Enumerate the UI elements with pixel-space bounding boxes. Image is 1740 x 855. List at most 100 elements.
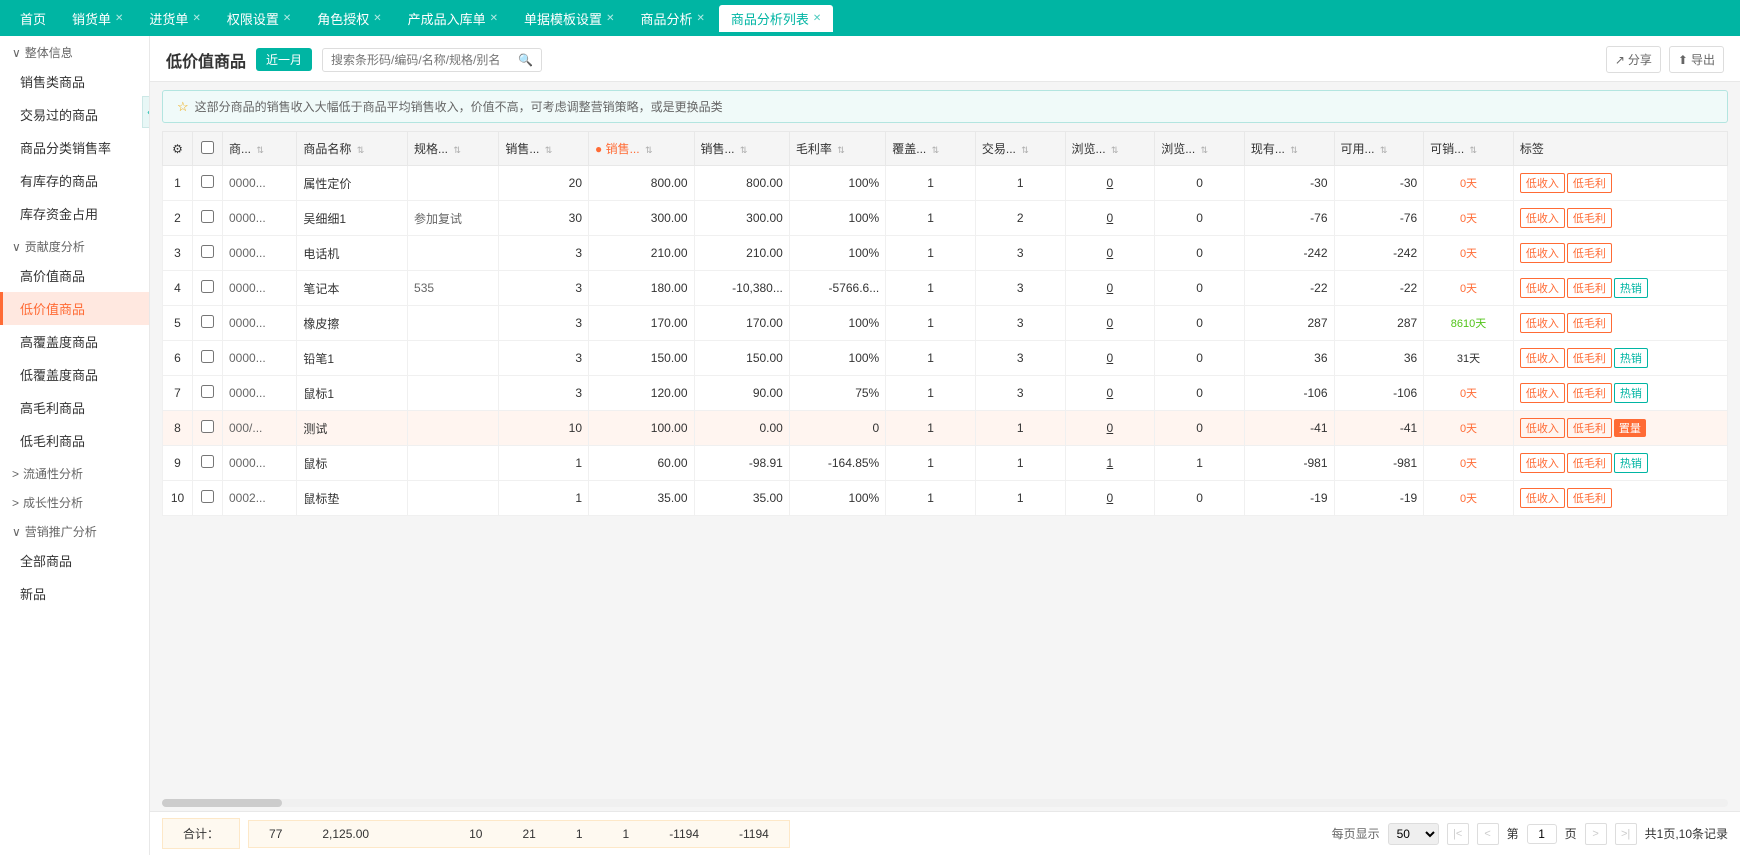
current-page-input[interactable] [1527,824,1557,844]
row-checkbox-cell[interactable] [193,376,223,411]
row-checkbox-cell[interactable] [193,271,223,306]
last-page-btn[interactable]: >| [1615,823,1637,845]
col-available[interactable]: 可用... ⇅ [1334,132,1424,166]
browse-link[interactable]: 1 [1107,456,1114,470]
row-checkbox-cell[interactable] [193,236,223,271]
sidebar-item-high-margin[interactable]: 高毛利商品 [0,391,149,424]
nav-template-settings[interactable]: 单据模板设置 ✕ [512,5,626,32]
search-icon[interactable]: 🔍 [518,53,533,67]
table-row[interactable]: 8 000/... 测试 10 100.00 0.00 0 1 1 0 0 -4… [163,411,1728,446]
sidebar-item-high-coverage[interactable]: 高覆盖度商品 [0,325,149,358]
close-icon[interactable]: ✕ [696,13,704,24]
col-margin[interactable]: 毛利率 ⇅ [789,132,885,166]
col-sales2[interactable]: ● 销售... ⇅ [589,132,694,166]
col-current-stock[interactable]: 现有... ⇅ [1244,132,1334,166]
row-checkbox-cell[interactable] [193,166,223,201]
browse-link[interactable]: 0 [1107,316,1114,330]
col-view2[interactable]: 浏览... ⇅ [1155,132,1245,166]
nav-role-auth[interactable]: 角色授权 ✕ [305,5,393,32]
table-row[interactable]: 6 0000... 铅笔1 3 150.00 150.00 100% 1 3 0… [163,341,1728,376]
search-input[interactable] [331,53,514,67]
close-icon[interactable]: ✕ [283,13,291,24]
sidebar-section-overall[interactable]: ∨ 整体信息 [0,36,149,65]
col-code[interactable]: 商... ⇅ [223,132,297,166]
browse-link[interactable]: 0 [1107,491,1114,505]
row-col7[interactable]: 0 [1065,376,1155,411]
row-col7[interactable]: 1 [1065,446,1155,481]
row-checkbox[interactable] [201,490,214,503]
select-all-checkbox[interactable] [201,141,214,154]
nav-goods-analysis-list[interactable]: 商品分析列表 ✕ [719,5,833,32]
prev-page-btn[interactable]: < [1477,823,1499,845]
col-sales1[interactable]: 销售... ⇅ [499,132,589,166]
sidebar-item-sales-goods[interactable]: 销售类商品 [0,65,149,98]
row-col7[interactable]: 0 [1065,341,1155,376]
browse-link[interactable]: 0 [1107,281,1114,295]
row-checkbox[interactable] [201,175,214,188]
row-col7[interactable]: 0 [1065,201,1155,236]
close-icon[interactable]: ✕ [606,13,614,24]
nav-product-storage[interactable]: 产成品入库单 ✕ [396,5,510,32]
nav-permission[interactable]: 权限设置 ✕ [215,5,303,32]
row-checkbox-cell[interactable] [193,201,223,236]
table-row[interactable]: 2 0000... 吴细细1 参加复试 30 300.00 300.00 100… [163,201,1728,236]
row-checkbox[interactable] [201,245,214,258]
col-spec[interactable]: 规格... ⇅ [408,132,499,166]
nav-sales-order[interactable]: 销货单 ✕ [60,5,135,32]
sidebar-item-stock-goods[interactable]: 有库存的商品 [0,164,149,197]
row-checkbox-cell[interactable] [193,306,223,341]
sidebar-section-contribution[interactable]: ∨ 贡献度分析 [0,230,149,259]
row-col7[interactable]: 0 [1065,271,1155,306]
first-page-btn[interactable]: |< [1447,823,1469,845]
row-checkbox[interactable] [201,210,214,223]
row-checkbox[interactable] [201,350,214,363]
table-row[interactable]: 5 0000... 橡皮擦 3 170.00 170.00 100% 1 3 0… [163,306,1728,341]
row-col7[interactable]: 0 [1065,166,1155,201]
row-checkbox[interactable] [201,315,214,328]
row-col7[interactable]: 0 [1065,236,1155,271]
close-icon[interactable]: ✕ [373,13,381,24]
table-row[interactable]: 10 0002... 鼠标垫 1 35.00 35.00 100% 1 1 0 … [163,481,1728,516]
row-checkbox[interactable] [201,420,214,433]
table-row[interactable]: 3 0000... 电话机 3 210.00 210.00 100% 1 3 0… [163,236,1728,271]
browse-link[interactable]: 0 [1107,176,1114,190]
row-checkbox-cell[interactable] [193,411,223,446]
sidebar-section-growth[interactable]: > 成长性分析 [0,486,149,515]
browse-link[interactable]: 0 [1107,211,1114,225]
close-icon[interactable]: ✕ [813,13,821,24]
export-btn[interactable]: ⬆ 导出 [1669,46,1724,73]
sidebar-item-new-goods[interactable]: 新品 [0,577,149,610]
row-checkbox[interactable] [201,280,214,293]
col-checkbox[interactable] [193,132,223,166]
sidebar-item-inventory-capital[interactable]: 库存资金占用 [0,197,149,230]
sidebar-item-low-coverage[interactable]: 低覆盖度商品 [0,358,149,391]
col-transaction[interactable]: 交易... ⇅ [975,132,1065,166]
nav-home[interactable]: 首页 [8,5,58,32]
col-sales3[interactable]: 销售... ⇅ [694,132,789,166]
table-row[interactable]: 7 0000... 鼠标1 3 120.00 90.00 75% 1 3 0 0… [163,376,1728,411]
close-icon[interactable]: ✕ [490,13,498,24]
sidebar-item-high-value[interactable]: 高价值商品 [0,259,149,292]
col-coverage[interactable]: 覆盖... ⇅ [886,132,976,166]
row-col7[interactable]: 0 [1065,481,1155,516]
row-checkbox[interactable] [201,455,214,468]
nav-goods-analysis[interactable]: 商品分析 ✕ [628,5,716,32]
row-checkbox-cell[interactable] [193,341,223,376]
browse-link[interactable]: 0 [1107,386,1114,400]
share-btn[interactable]: ↗ 分享 [1606,46,1661,73]
sidebar-item-low-value[interactable]: 低价值商品 [0,292,149,325]
row-col7[interactable]: 0 [1065,306,1155,341]
sidebar-item-all-goods[interactable]: 全部商品 [0,544,149,577]
sidebar-section-marketing[interactable]: ∨ 营销推广分析 [0,515,149,544]
page-size-select[interactable]: 50 100 200 [1388,823,1439,845]
gear-icon[interactable]: ⚙ [172,142,183,156]
sidebar-item-traded-goods[interactable]: 交易过的商品 [0,98,149,131]
horizontal-scrollbar[interactable] [162,799,282,807]
filter-recent-month-btn[interactable]: 近一月 [256,48,312,71]
close-icon[interactable]: ✕ [192,13,200,24]
col-view1[interactable]: 浏览... ⇅ [1065,132,1155,166]
row-col7[interactable]: 0 [1065,411,1155,446]
close-icon[interactable]: ✕ [115,13,123,24]
sidebar-section-liquidity[interactable]: > 流通性分析 [0,457,149,486]
col-name[interactable]: 商品名称 ⇅ [297,132,408,166]
